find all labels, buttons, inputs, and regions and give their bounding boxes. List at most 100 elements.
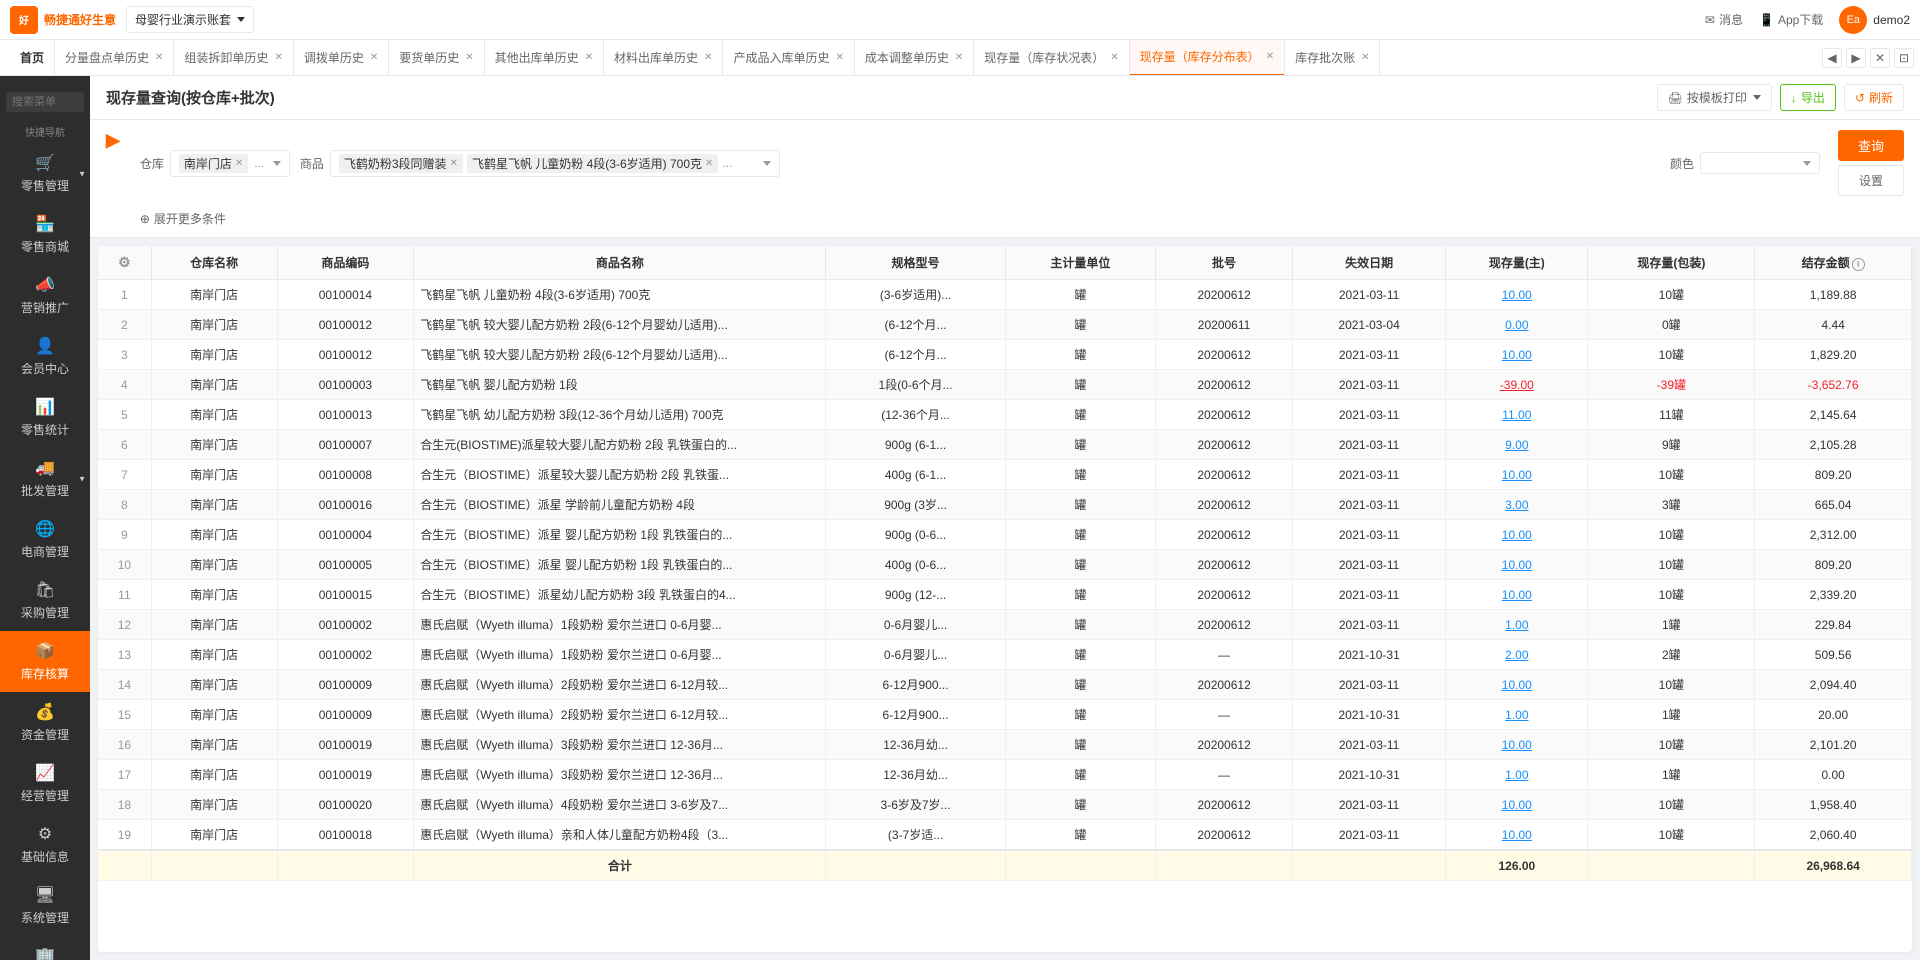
tab-currentstock-close[interactable]: ✕ bbox=[1110, 52, 1118, 63]
sidebar-item-enterprise[interactable]: 🏢 企业协同 bbox=[0, 936, 90, 960]
warehouse-selector[interactable]: 南岸门店 ✕ ... bbox=[170, 150, 290, 177]
tab-otherout-close[interactable]: ✕ bbox=[585, 52, 593, 63]
cell-qty[interactable]: 10.00 bbox=[1446, 580, 1588, 610]
tab-batchapproval-close[interactable]: ✕ bbox=[1361, 52, 1369, 63]
tab-cailiaoout[interactable]: 材料出库单历史 ✕ bbox=[604, 40, 723, 76]
product-tag-2-close[interactable]: ✕ bbox=[705, 158, 713, 169]
cell-qty[interactable]: -39.00 bbox=[1446, 370, 1588, 400]
refresh-btn[interactable]: ↺ 刷新 bbox=[1844, 84, 1904, 111]
tab-cailiaoout-close[interactable]: ✕ bbox=[704, 52, 712, 63]
amount-info-icon[interactable]: i bbox=[1852, 258, 1865, 271]
sidebar-item-operations[interactable]: 📈 经营管理 bbox=[0, 753, 90, 814]
cell-qty[interactable]: 10.00 bbox=[1446, 550, 1588, 580]
product-tag-1-close[interactable]: ✕ bbox=[450, 158, 458, 169]
sidebar-item-retail[interactable]: 🛒 零售管理 ▼ bbox=[0, 143, 90, 204]
tab-chengpin-close[interactable]: ✕ bbox=[835, 52, 843, 63]
tab-chengpin[interactable]: 产成品入库单历史 ✕ bbox=[723, 40, 854, 76]
cell-no: 16 bbox=[98, 730, 151, 760]
tab-batchapproval[interactable]: 库存批次账 ✕ bbox=[1285, 40, 1380, 76]
tab-zuchai[interactable]: 组装拆卸单历史 ✕ bbox=[174, 40, 293, 76]
sidebar-item-inventory[interactable]: 📦 库存核算 bbox=[0, 631, 90, 692]
sidebar-item-basic[interactable]: ⚙ 基础信息 bbox=[0, 814, 90, 875]
sidebar-item-wholesale[interactable]: 🚚 批发管理 ▼ bbox=[0, 448, 90, 509]
query-btn[interactable]: 查询 bbox=[1838, 130, 1904, 161]
cell-expire: 2021-03-11 bbox=[1292, 280, 1445, 310]
cell-qty[interactable]: 10.00 bbox=[1446, 670, 1588, 700]
tab-more-btn[interactable]: ⊡ bbox=[1894, 48, 1914, 68]
cell-qty[interactable]: 10.00 bbox=[1446, 460, 1588, 490]
cell-qty[interactable]: 9.00 bbox=[1446, 430, 1588, 460]
cell-qty[interactable]: 1.00 bbox=[1446, 700, 1588, 730]
tab-close-all-btn[interactable]: ✕ bbox=[1870, 48, 1890, 68]
tab-home[interactable]: 首页 bbox=[10, 40, 55, 76]
warehouse-tag-close[interactable]: ✕ bbox=[235, 158, 243, 169]
cell-amount: 1,829.20 bbox=[1755, 340, 1912, 370]
cell-amount: -3,652.76 bbox=[1755, 370, 1912, 400]
tab-currentdist[interactable]: 现存量（库存分布表） ✕ bbox=[1130, 40, 1285, 76]
sidebar-item-member[interactable]: 👤 会员中心 bbox=[0, 326, 90, 387]
tab-tiaobo-close[interactable]: ✕ bbox=[370, 52, 378, 63]
warehouse-dots[interactable]: ... bbox=[254, 156, 264, 170]
app-download-btn[interactable]: 📱 App下载 bbox=[1759, 11, 1823, 28]
cell-qty[interactable]: 11.00 bbox=[1446, 400, 1588, 430]
search-input[interactable] bbox=[6, 92, 84, 112]
cell-qty[interactable]: 1.00 bbox=[1446, 610, 1588, 640]
tab-otherout[interactable]: 其他出库单历史 ✕ bbox=[485, 40, 604, 76]
col-unit: 主计量单位 bbox=[1005, 246, 1155, 280]
page-header-actions: 🖨 按模板打印 ↓ 导出 ↺ 刷新 bbox=[1657, 84, 1904, 111]
tab-prev-btn[interactable]: ◀ bbox=[1822, 48, 1842, 68]
filter-action-btns: 查询 设置 bbox=[1838, 130, 1904, 196]
column-settings-icon[interactable]: ⚙ bbox=[118, 254, 131, 270]
product-dots[interactable]: ... bbox=[722, 156, 732, 170]
cell-no: 17 bbox=[98, 760, 151, 790]
tab-yaohuo-close[interactable]: ✕ bbox=[465, 52, 473, 63]
sidebar-item-stats[interactable]: 📊 零售统计 bbox=[0, 387, 90, 448]
cell-qty[interactable]: 1.00 bbox=[1446, 760, 1588, 790]
sidebar-item-system[interactable]: 🖥 系统管理 bbox=[0, 875, 90, 936]
sidebar-item-ecommerce[interactable]: 🌐 电商管理 bbox=[0, 509, 90, 570]
footer-empty-8 bbox=[1588, 850, 1755, 881]
settings-btn[interactable]: 设置 bbox=[1838, 165, 1904, 196]
expand-more-btn[interactable]: ⊕ 展开更多条件 bbox=[140, 210, 1904, 227]
tab-fenbu-close[interactable]: ✕ bbox=[155, 52, 163, 63]
tab-next-btn[interactable]: ▶ bbox=[1846, 48, 1866, 68]
color-selector[interactable] bbox=[1700, 152, 1820, 174]
tab-tiaobo[interactable]: 调拨单历史 ✕ bbox=[294, 40, 389, 76]
tab-zuchai-close[interactable]: ✕ bbox=[274, 52, 282, 63]
table-row: 9 南岸门店 00100004 合生元（BIOSTIME）派星 婴儿配方奶粉 1… bbox=[98, 520, 1912, 550]
org-selector[interactable]: 母婴行业演示账套 bbox=[126, 6, 254, 33]
cell-qty[interactable]: 3.00 bbox=[1446, 490, 1588, 520]
print-label: 按模板打印 bbox=[1687, 89, 1747, 106]
cell-qty[interactable]: 10.00 bbox=[1446, 820, 1588, 851]
tab-currentstock[interactable]: 现存量（库存状况表） ✕ bbox=[974, 40, 1129, 76]
sidebar-nav-label[interactable]: 快捷导航 bbox=[0, 120, 90, 143]
product-selector[interactable]: 飞鹤奶粉3段同赠装 ✕ 飞鹤星飞帆 儿童奶粉 4段(3-6岁适用) 700克 ✕… bbox=[330, 150, 780, 177]
cell-qtypkg: 11罐 bbox=[1588, 400, 1755, 430]
sidebar-item-finance[interactable]: 💰 资金管理 bbox=[0, 692, 90, 753]
tab-currentdist-close[interactable]: ✕ bbox=[1266, 51, 1274, 62]
expand-btn[interactable]: ▶ bbox=[106, 130, 120, 151]
tab-yaohuo[interactable]: 要货单历史 ✕ bbox=[389, 40, 484, 76]
cell-qty[interactable]: 2.00 bbox=[1446, 640, 1588, 670]
export-btn[interactable]: ↓ 导出 bbox=[1780, 84, 1836, 111]
cell-qty[interactable]: 10.00 bbox=[1446, 790, 1588, 820]
tab-bar: 首页 分量盘点单历史 ✕ 组装拆卸单历史 ✕ 调拨单历史 ✕ 要货单历史 ✕ 其… bbox=[0, 40, 1920, 76]
cell-qty[interactable]: 10.00 bbox=[1446, 730, 1588, 760]
cell-qty[interactable]: 10.00 bbox=[1446, 340, 1588, 370]
cell-warehouse: 南岸门店 bbox=[151, 760, 277, 790]
cell-qty[interactable]: 0.00 bbox=[1446, 310, 1588, 340]
sidebar-search-area bbox=[0, 84, 90, 120]
table-row: 6 南岸门店 00100007 合生元(BIOSTIME)派星较大婴儿配方奶粉 … bbox=[98, 430, 1912, 460]
sidebar-item-marketing[interactable]: 📣 营销推广 bbox=[0, 265, 90, 326]
sidebar-retailshop-label: 零售商城 bbox=[21, 238, 69, 255]
cell-qty[interactable]: 10.00 bbox=[1446, 280, 1588, 310]
cell-qty[interactable]: 10.00 bbox=[1446, 520, 1588, 550]
tab-costadj-close[interactable]: ✕ bbox=[955, 52, 963, 63]
message-btn[interactable]: ✉ 消息 bbox=[1705, 11, 1743, 28]
tab-fenbu[interactable]: 分量盘点单历史 ✕ bbox=[55, 40, 174, 76]
print-btn[interactable]: 🖨 按模板打印 bbox=[1657, 84, 1772, 111]
retailshop-icon: 🏪 bbox=[35, 214, 55, 234]
sidebar-item-retailshop[interactable]: 🏪 零售商城 bbox=[0, 204, 90, 265]
sidebar-item-purchase[interactable]: 🛍 采购管理 bbox=[0, 570, 90, 631]
tab-costadj[interactable]: 成本调整单历史 ✕ bbox=[855, 40, 974, 76]
